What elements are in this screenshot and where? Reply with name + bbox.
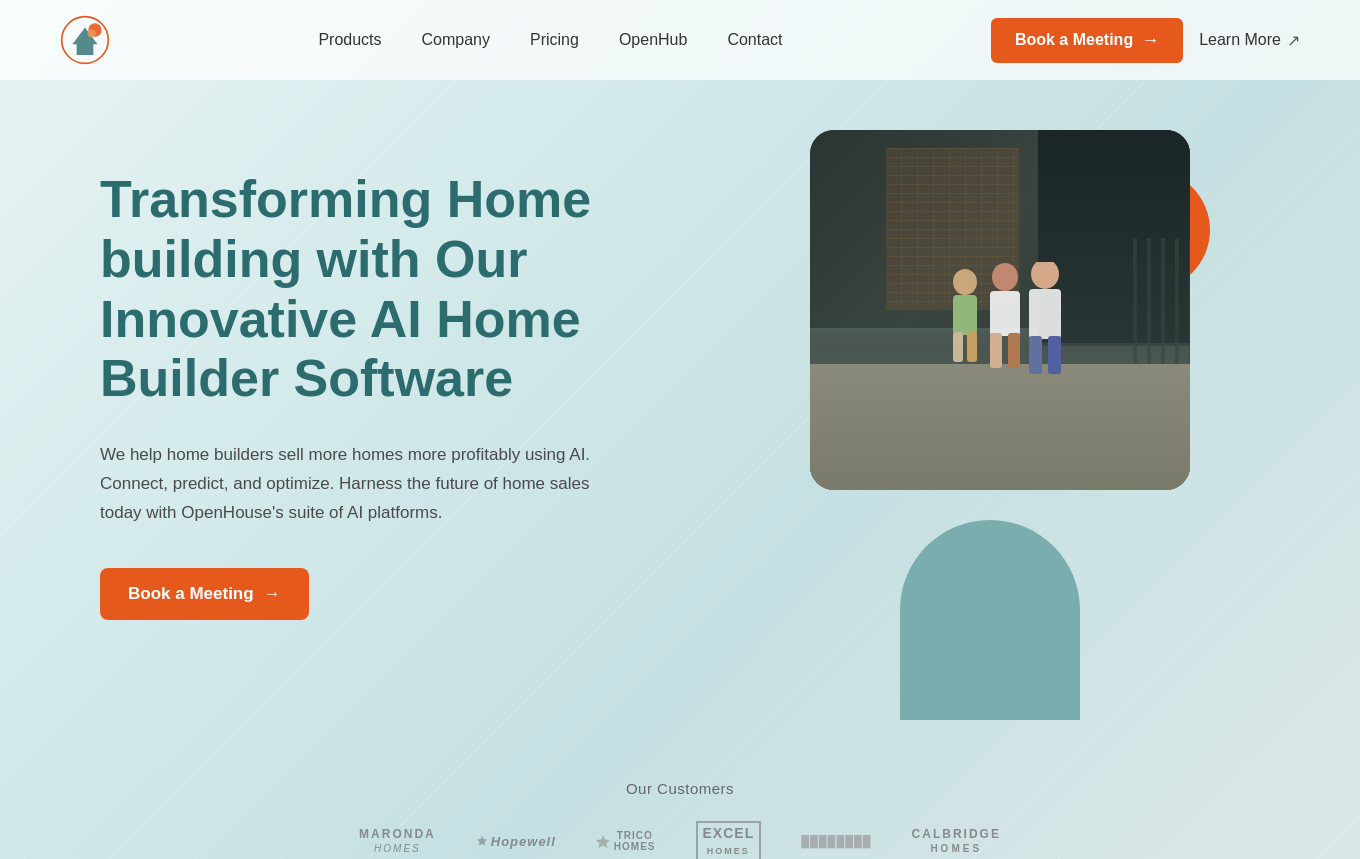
- svg-point-2: [88, 29, 96, 37]
- arrow-right-icon: →: [264, 584, 281, 604]
- svg-rect-13: [1029, 336, 1042, 374]
- logo[interactable]: [60, 15, 110, 65]
- svg-point-7: [992, 263, 1018, 291]
- customer-logo-trico: TricoHomes: [596, 830, 656, 852]
- nav-item-products[interactable]: Products: [318, 31, 381, 49]
- svg-rect-12: [1029, 289, 1061, 339]
- customers-logos: MARONDAHomes Hopewell TricoHomes EXCELHO…: [0, 821, 1360, 859]
- hero-title: Transforming Home building with Our Inno…: [100, 170, 680, 409]
- hero-section: Transforming Home building with Our Inno…: [0, 80, 1360, 760]
- customers-section: Our Customers MARONDAHomes Hopewell Tric…: [0, 760, 1360, 859]
- nav-book-meeting-button[interactable]: Book a Meeting →: [991, 18, 1183, 63]
- customer-logo-unknown: ████████: [801, 835, 871, 847]
- svg-rect-8: [990, 291, 1020, 336]
- svg-rect-9: [990, 333, 1002, 368]
- customer-logo-maronda: MARONDAHomes: [359, 827, 436, 855]
- external-link-icon: ↗: [1287, 31, 1300, 50]
- svg-point-3: [953, 269, 977, 295]
- nav-item-contact[interactable]: Contact: [727, 31, 782, 49]
- svg-rect-5: [953, 332, 963, 362]
- hero-subtitle: We help home builders sell more homes mo…: [100, 441, 620, 528]
- svg-marker-15: [596, 835, 610, 848]
- svg-rect-4: [953, 295, 977, 335]
- svg-point-11: [1031, 262, 1059, 289]
- customer-logo-hopewell: Hopewell: [476, 834, 556, 849]
- hero-content: Transforming Home building with Our Inno…: [100, 140, 680, 620]
- nav-links: Products Company Pricing OpenHub Contact: [318, 31, 782, 49]
- hero-photo: [810, 130, 1190, 490]
- svg-rect-10: [1008, 333, 1020, 368]
- nav-item-company[interactable]: Company: [422, 31, 490, 49]
- customer-logo-calbridge: CALBRIDGEHOMES: [912, 827, 1001, 855]
- nav-item-openhub[interactable]: OpenHub: [619, 31, 688, 49]
- navbar: Products Company Pricing OpenHub Contact…: [0, 0, 1360, 80]
- customer-logo-excel: EXCELHOMES: [696, 821, 762, 859]
- svg-rect-6: [967, 332, 977, 362]
- teal-arch-decoration: [900, 520, 1080, 720]
- svg-rect-14: [1048, 336, 1061, 374]
- customers-section-title: Our Customers: [0, 780, 1360, 797]
- nav-learn-more-button[interactable]: Learn More ↗: [1199, 31, 1300, 50]
- hero-visual: [660, 130, 1360, 750]
- hero-book-meeting-button[interactable]: Book a Meeting →: [100, 568, 309, 620]
- nav-item-pricing[interactable]: Pricing: [530, 31, 579, 49]
- nav-actions: Book a Meeting → Learn More ↗: [991, 18, 1300, 63]
- arrow-right-icon: →: [1141, 30, 1159, 51]
